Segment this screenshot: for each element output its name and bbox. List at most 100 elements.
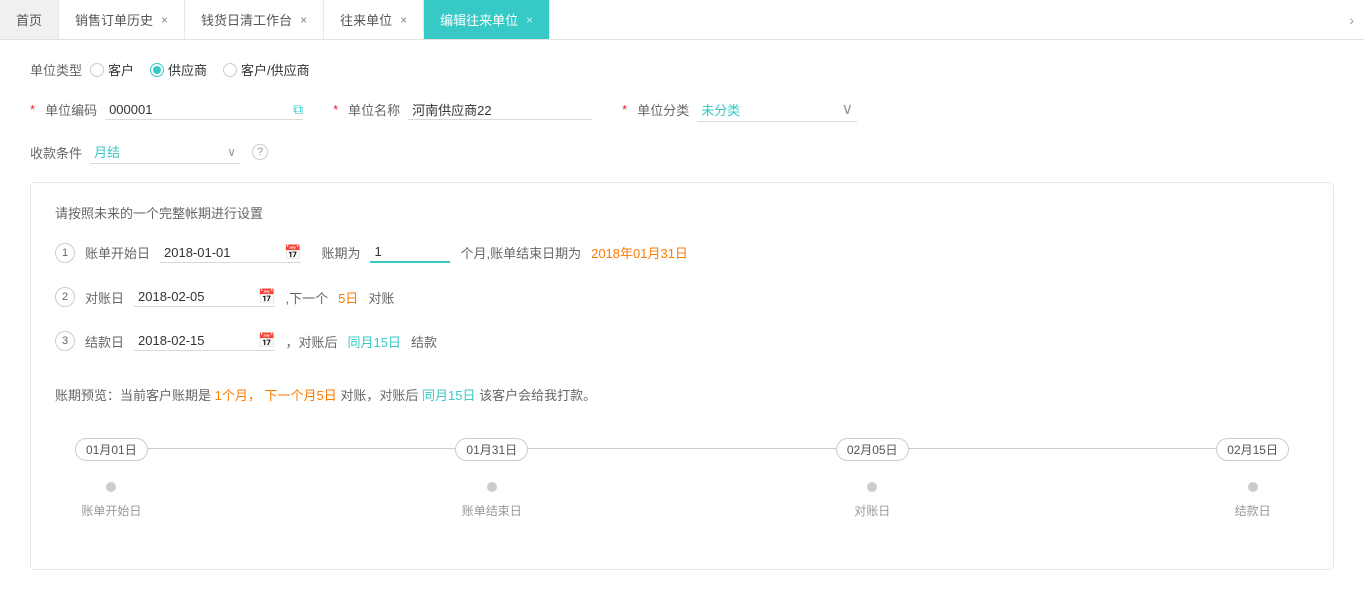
preview-mid: 对账，对账后 xyxy=(340,388,418,403)
period-months-input[interactable] xyxy=(370,242,450,263)
radio-customer[interactable]: 客户 xyxy=(90,60,134,79)
timeline-point-2: 02月05日 对账日 xyxy=(836,438,909,519)
timeline-point-0: 01月01日 账单开始日 xyxy=(75,438,148,519)
preview-p3: 同月15日 xyxy=(422,388,475,403)
tab-cash-clear-label: 钱货日清工作台 xyxy=(201,10,292,29)
period-row-3: 3 结款日 📅 ，对账后 同月15日 结款 xyxy=(55,331,1309,351)
tab-sales-order-label: 销售订单历史 xyxy=(75,10,153,29)
radio-supplier-label: 供应商 xyxy=(168,60,207,79)
preview-p1: 1个月， xyxy=(215,388,261,403)
timeline-label-3: 结款日 xyxy=(1235,502,1271,519)
period-num-1: 1 xyxy=(55,243,75,263)
tab-edit-counterpart-close[interactable]: × xyxy=(526,13,533,27)
period-label-1: 账单开始日 xyxy=(85,243,150,262)
tab-cash-clear-close[interactable]: × xyxy=(300,13,307,27)
unit-type-field: 单位类型 客户 供应商 客户/供应商 xyxy=(30,60,310,79)
radio-customer-label: 客户 xyxy=(108,60,134,79)
radio-supplier[interactable]: 供应商 xyxy=(150,60,207,79)
period-row3-highlight: 同月15日 xyxy=(347,332,400,351)
period-suffix-after-1: 个月,账单结束日期为 xyxy=(460,243,581,262)
tab-home[interactable]: 首页 xyxy=(0,0,59,39)
period-row-2: 2 对账日 📅 ,下一个 5日 对账 xyxy=(55,287,1309,307)
unit-type-row: 单位类型 客户 供应商 客户/供应商 xyxy=(30,60,1334,79)
period-panel: 请按照未来的一个完整帐期进行设置 1 账单开始日 📅 账期为 个月,账单结束日期… xyxy=(30,182,1334,570)
payment-terms-label: 收款条件 xyxy=(30,143,82,162)
tab-scroll-right[interactable]: › xyxy=(1339,12,1364,28)
unit-category-arrow: ∨ xyxy=(842,99,854,119)
timeline-label-1: 账单结束日 xyxy=(462,502,522,519)
timeline-date-2: 02月05日 xyxy=(836,438,909,461)
period-row2-prefix: ,下一个 xyxy=(285,288,328,307)
timeline-point-3: 02月15日 结款日 xyxy=(1216,438,1289,519)
unit-code-input[interactable] xyxy=(105,100,289,119)
main-content: 单位类型 客户 供应商 客户/供应商 * 单位编码 xyxy=(0,40,1364,608)
timeline-point-1: 01月31日 账单结束日 xyxy=(455,438,528,519)
period-cal-3-icon[interactable]: 📅 xyxy=(258,332,275,349)
tab-sales-order[interactable]: 销售订单历史 × xyxy=(59,0,185,39)
period-date-1-input[interactable] xyxy=(160,243,280,262)
timeline-points: 01月01日 账单开始日 01月31日 账单结束日 02月05日 对账日 02月… xyxy=(75,438,1289,519)
preview-label: 账期预览：当前客户账期是 xyxy=(55,388,211,403)
radio-both-circle xyxy=(223,63,237,77)
payment-terms-arrow: ∨ xyxy=(227,145,236,159)
unit-code-required: * xyxy=(30,102,35,117)
payment-terms-value: 月结 xyxy=(94,142,227,161)
tab-cash-clear[interactable]: 钱货日清工作台 × xyxy=(185,0,324,39)
period-date-2-input[interactable] xyxy=(134,287,254,306)
unit-name-field: * 单位名称 xyxy=(333,100,592,120)
unit-code-copy-icon[interactable]: ⧉ xyxy=(293,101,303,118)
tab-counterpart[interactable]: 往来单位 × xyxy=(324,0,424,39)
period-date-3-wrapper: 📅 xyxy=(134,331,275,351)
panel-instruction: 请按照未来的一个完整帐期进行设置 xyxy=(55,203,1309,222)
unit-category-value: 未分类 xyxy=(701,100,841,119)
period-label-2: 对账日 xyxy=(85,288,124,307)
unit-code-label: 单位编码 xyxy=(45,100,97,119)
timeline-date-0: 01月01日 xyxy=(75,438,148,461)
payment-terms-select[interactable]: 月结 ∨ xyxy=(90,140,240,164)
preview-p2: 下一个月5日 xyxy=(265,388,337,403)
timeline-date-1: 01月31日 xyxy=(455,438,528,461)
timeline-label-2: 对账日 xyxy=(854,502,890,519)
radio-both[interactable]: 客户/供应商 xyxy=(223,60,310,79)
radio-both-label: 客户/供应商 xyxy=(241,60,310,79)
unit-name-input[interactable] xyxy=(408,100,592,120)
unit-code-input-wrapper: ⧉ xyxy=(105,100,303,120)
unit-name-required: * xyxy=(333,102,338,117)
preview-end: 该客户会给我打款。 xyxy=(479,388,596,403)
period-num-2: 2 xyxy=(55,287,75,307)
unit-category-label: 单位分类 xyxy=(637,100,689,119)
payment-terms-help-icon[interactable]: ? xyxy=(252,144,268,160)
period-cal-2-icon[interactable]: 📅 xyxy=(258,288,275,305)
period-label-3: 结款日 xyxy=(85,332,124,351)
timeline-dot-1 xyxy=(487,482,497,492)
unit-code-field: * 单位编码 ⧉ xyxy=(30,100,303,120)
unit-category-select[interactable]: 未分类 ∨ xyxy=(697,97,857,122)
period-end-date-highlight: 2018年01月31日 xyxy=(591,243,688,262)
unit-category-field: * 单位分类 未分类 ∨ xyxy=(622,97,857,122)
unit-type-radio-group: 客户 供应商 客户/供应商 xyxy=(90,60,310,79)
tab-sales-order-close[interactable]: × xyxy=(161,13,168,27)
unit-name-label: 单位名称 xyxy=(348,100,400,119)
timeline-dot-2 xyxy=(867,482,877,492)
period-suffix-before: 账期为 xyxy=(321,243,360,262)
unit-type-label: 单位类型 xyxy=(30,60,82,79)
tab-edit-counterpart[interactable]: 编辑往来单位 × xyxy=(424,0,550,39)
tab-edit-counterpart-label: 编辑往来单位 xyxy=(440,10,518,29)
period-date-2-wrapper: 📅 xyxy=(134,287,275,307)
tab-bar: 首页 销售订单历史 × 钱货日清工作台 × 往来单位 × 编辑往来单位 × › xyxy=(0,0,1364,40)
period-row3-after: 结款 xyxy=(411,332,437,351)
timeline-dot-3 xyxy=(1248,482,1258,492)
period-date-3-input[interactable] xyxy=(134,331,254,350)
timeline-date-3: 02月15日 xyxy=(1216,438,1289,461)
period-num-3: 3 xyxy=(55,331,75,351)
period-cal-1-icon[interactable]: 📅 xyxy=(284,244,301,261)
period-row-1: 1 账单开始日 📅 账期为 个月,账单结束日期为 2018年01月31日 xyxy=(55,242,1309,263)
tab-counterpart-close[interactable]: × xyxy=(400,13,407,27)
radio-customer-circle xyxy=(90,63,104,77)
unit-info-row: * 单位编码 ⧉ * 单位名称 * 单位分类 未分类 ∨ xyxy=(30,97,1334,122)
timeline: 01月01日 账单开始日 01月31日 账单结束日 02月05日 对账日 02月… xyxy=(55,428,1309,549)
timeline-dot-0 xyxy=(106,482,116,492)
tab-counterpart-label: 往来单位 xyxy=(340,10,392,29)
timeline-label-0: 账单开始日 xyxy=(81,502,141,519)
payment-terms-row: 收款条件 月结 ∨ ? xyxy=(30,140,1334,164)
